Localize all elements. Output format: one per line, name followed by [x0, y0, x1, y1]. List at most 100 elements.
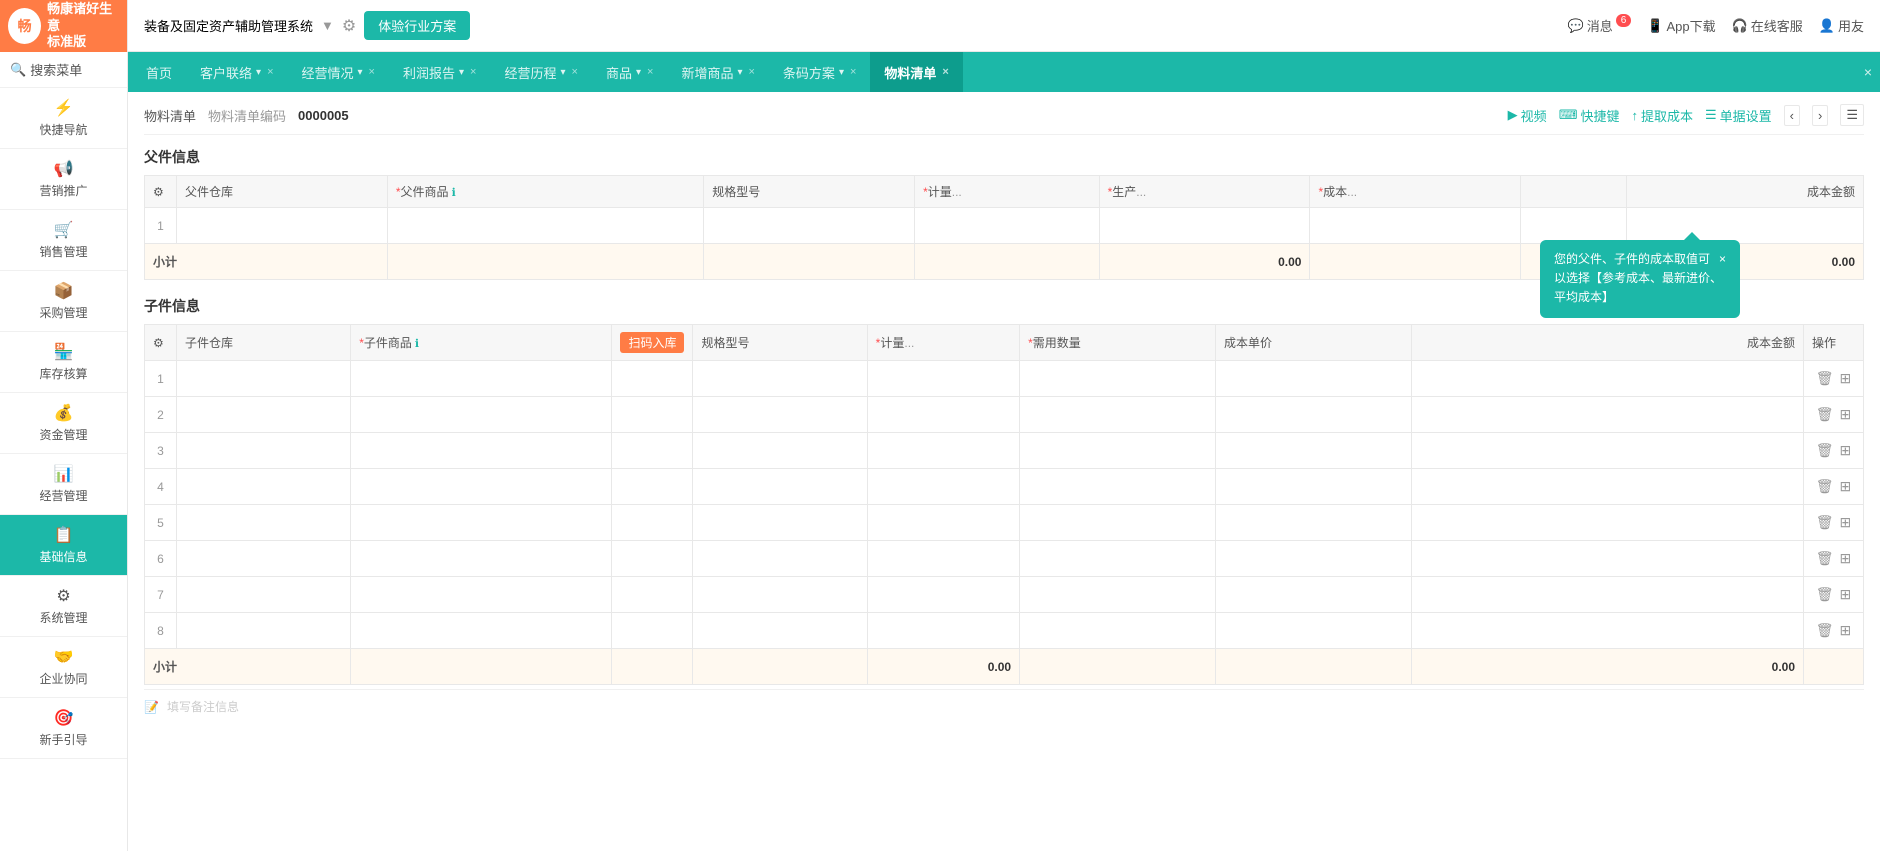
extract-cost-btn[interactable]: ↑ 提取成本 — [1631, 106, 1693, 125]
copy-icon-1[interactable]: ⊞ — [1840, 370, 1852, 387]
child-col-setup[interactable]: ⚙ — [145, 325, 177, 361]
tab-customer[interactable]: 客户联络 ▾ × — [186, 52, 287, 92]
nav-close-btn[interactable]: × — [1860, 64, 1876, 80]
child-unit-cell-8[interactable] — [867, 613, 1019, 649]
tab-operation-status[interactable]: 经营情况 ▾ × — [288, 52, 389, 92]
child-product-cell-2[interactable] — [351, 397, 612, 433]
child-unitprice-cell-1[interactable] — [1216, 361, 1412, 397]
child-spec-cell-1[interactable] — [693, 361, 867, 397]
child-unitprice-cell-4[interactable] — [1216, 469, 1412, 505]
view-list-btn[interactable]: ☰ — [1840, 104, 1864, 126]
scan-btn[interactable]: 扫码入库 — [620, 332, 684, 353]
sidebar-search[interactable]: 🔍 搜索菜单 — [0, 52, 127, 88]
video-btn[interactable]: ▶ 视频 — [1508, 106, 1547, 125]
tab-close-icon[interactable]: × — [470, 66, 476, 78]
child-product-cell-1[interactable] — [351, 361, 612, 397]
child-spec-cell-3[interactable] — [693, 433, 867, 469]
parent-spec-cell[interactable] — [704, 208, 915, 244]
child-spec-cell-4[interactable] — [693, 469, 867, 505]
delete-icon-2[interactable]: 🗑 — [1816, 406, 1834, 423]
message-btn[interactable]: 💬 消息 6 — [1568, 16, 1632, 35]
gear-settings-icon[interactable]: ⚙ — [342, 16, 356, 36]
sidebar-item-inventory[interactable]: 🏪 库存核算 — [0, 332, 127, 393]
child-spec-cell-5[interactable] — [693, 505, 867, 541]
child-qty-cell-7[interactable] — [1020, 577, 1216, 613]
app-download-btn[interactable]: 📱 App下载 — [1647, 16, 1715, 35]
tab-close-icon[interactable]: × — [942, 66, 948, 78]
parent-warehouse-cell[interactable] — [177, 208, 388, 244]
tab-history[interactable]: 经营历程 ▾ × — [490, 52, 591, 92]
child-spec-cell-7[interactable] — [693, 577, 867, 613]
sidebar-item-purchase[interactable]: 📦 采购管理 — [0, 271, 127, 332]
sidebar-item-collab[interactable]: 🤝 企业协同 — [0, 637, 127, 698]
child-product-cell-5[interactable] — [351, 505, 612, 541]
delete-icon-5[interactable]: 🗑 — [1816, 514, 1834, 531]
copy-icon-7[interactable]: ⊞ — [1840, 586, 1852, 603]
child-unitprice-cell-5[interactable] — [1216, 505, 1412, 541]
child-unit-cell-7[interactable] — [867, 577, 1019, 613]
child-warehouse-cell-7[interactable] — [177, 577, 351, 613]
copy-icon-3[interactable]: ⊞ — [1840, 442, 1852, 459]
trial-btn[interactable]: 体验行业方案 — [364, 11, 470, 40]
copy-icon-2[interactable]: ⊞ — [1840, 406, 1852, 423]
sidebar-item-quicknav[interactable]: ⚡ 快捷导航 — [0, 88, 127, 149]
child-unit-cell-2[interactable] — [867, 397, 1019, 433]
note-text[interactable]: 填写备注信息 — [167, 698, 239, 715]
shortcut-btn[interactable]: ⌨ 快捷键 — [1559, 106, 1620, 125]
parent-produce-cell[interactable] — [1099, 208, 1310, 244]
child-spec-cell-6[interactable] — [693, 541, 867, 577]
sidebar-item-marketing[interactable]: 📢 营销推广 — [0, 149, 127, 210]
copy-icon-5[interactable]: ⊞ — [1840, 514, 1852, 531]
child-qty-cell-4[interactable] — [1020, 469, 1216, 505]
child-unit-cell-3[interactable] — [867, 433, 1019, 469]
child-product-cell-8[interactable] — [351, 613, 612, 649]
online-service-btn[interactable]: 🎧 在线客服 — [1732, 16, 1803, 35]
sidebar-item-system[interactable]: ⚙ 系统管理 — [0, 576, 127, 637]
child-unit-cell-5[interactable] — [867, 505, 1019, 541]
parent-product-cell[interactable] — [387, 208, 703, 244]
user-avatar[interactable]: 👤 用友 — [1819, 16, 1864, 35]
child-spec-cell-8[interactable] — [693, 613, 867, 649]
child-product-cell-6[interactable] — [351, 541, 612, 577]
child-qty-cell-2[interactable] — [1020, 397, 1216, 433]
sidebar-item-finance[interactable]: 💰 资金管理 — [0, 393, 127, 454]
parent-cost-cell[interactable] — [1310, 208, 1521, 244]
child-warehouse-cell-2[interactable] — [177, 397, 351, 433]
tab-close-icon[interactable]: × — [748, 66, 754, 78]
single-settings-btn[interactable]: ☰ 单据设置 — [1705, 106, 1772, 125]
tab-new-product[interactable]: 新增商品 ▾ × — [667, 52, 768, 92]
child-warehouse-cell-3[interactable] — [177, 433, 351, 469]
tab-barcode[interactable]: 条码方案 ▾ × — [769, 52, 870, 92]
delete-icon-6[interactable]: 🗑 — [1816, 550, 1834, 567]
child-unitprice-cell-2[interactable] — [1216, 397, 1412, 433]
tab-home[interactable]: 首页 — [132, 52, 186, 92]
sidebar-item-guide[interactable]: 🎯 新手引导 — [0, 698, 127, 759]
gear-icon[interactable]: ⚙ — [153, 185, 164, 199]
child-warehouse-cell-1[interactable] — [177, 361, 351, 397]
tab-close-icon[interactable]: × — [369, 66, 375, 78]
child-unitprice-cell-7[interactable] — [1216, 577, 1412, 613]
tab-bom[interactable]: 物料清单 × — [870, 52, 962, 92]
child-product-cell-7[interactable] — [351, 577, 612, 613]
parent-col-setup[interactable]: ⚙ — [145, 176, 177, 208]
delete-icon-1[interactable]: 🗑 — [1816, 370, 1834, 387]
child-unit-cell-1[interactable] — [867, 361, 1019, 397]
child-unit-cell-6[interactable] — [867, 541, 1019, 577]
child-qty-cell-8[interactable] — [1020, 613, 1216, 649]
tab-close-icon[interactable]: × — [572, 66, 578, 78]
copy-icon-4[interactable]: ⊞ — [1840, 478, 1852, 495]
tooltip-close-btn[interactable]: × — [1719, 250, 1726, 269]
sidebar-item-operation[interactable]: 📊 经营管理 — [0, 454, 127, 515]
tab-close-icon[interactable]: × — [267, 66, 273, 78]
child-warehouse-cell-8[interactable] — [177, 613, 351, 649]
tab-profit[interactable]: 利润报告 ▾ × — [389, 52, 490, 92]
tab-close-icon[interactable]: × — [850, 66, 856, 78]
child-unitprice-cell-3[interactable] — [1216, 433, 1412, 469]
pagination-next[interactable]: › — [1812, 105, 1828, 126]
child-unitprice-cell-8[interactable] — [1216, 613, 1412, 649]
child-unitprice-cell-6[interactable] — [1216, 541, 1412, 577]
gear-icon-child[interactable]: ⚙ — [153, 336, 164, 350]
child-qty-cell-3[interactable] — [1020, 433, 1216, 469]
child-product-cell-4[interactable] — [351, 469, 612, 505]
delete-icon-7[interactable]: 🗑 — [1816, 586, 1834, 603]
